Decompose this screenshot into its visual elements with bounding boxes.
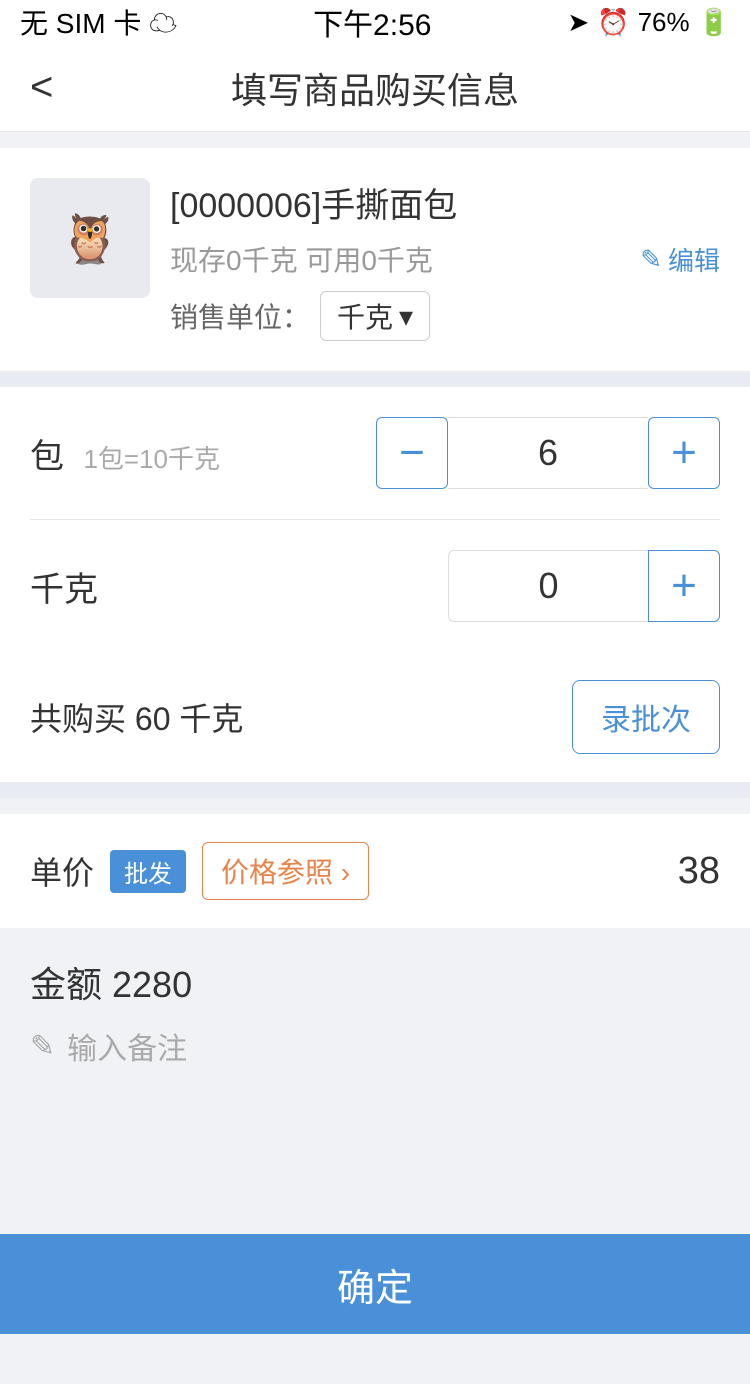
total-text: 共购买 60 千克: [30, 694, 243, 740]
battery-icon: 🔋: [698, 7, 730, 38]
price-label: 单价: [30, 848, 94, 894]
quantity-kg-input[interactable]: [448, 550, 648, 622]
amount-row: 金额 2280: [30, 956, 720, 1008]
pencil-icon: ✎: [30, 1029, 55, 1064]
product-thumbnail: 🦉: [60, 210, 120, 267]
battery-level: 76%: [638, 7, 690, 38]
quantity-hint-bao: 1包=10千克: [83, 444, 220, 474]
product-info: [0000006]手撕面包 现存0千克 可用0千克 销售单位： 千克 ▾ ✎ 编…: [170, 178, 720, 341]
quantity-label-bao: 包 1包=10千克: [30, 429, 376, 478]
increment-kg-button[interactable]: +: [648, 550, 720, 622]
total-section: 共购买 60 千克 录批次: [0, 652, 750, 782]
note-row[interactable]: ✎ 输入备注: [30, 1024, 720, 1068]
confirm-button[interactable]: 确定: [0, 1234, 750, 1334]
back-button[interactable]: <: [30, 65, 53, 110]
price-value: 38: [678, 850, 720, 893]
product-stock: 现存0千克 可用0千克: [170, 239, 457, 279]
unit-label: 销售单位：: [170, 296, 310, 336]
quantity-row-kg: 千克 +: [30, 520, 720, 652]
unit-select[interactable]: 千克 ▾: [320, 291, 430, 341]
increment-bao-button[interactable]: +: [648, 417, 720, 489]
batch-button[interactable]: 录批次: [572, 680, 720, 754]
section-divider-1: [0, 371, 750, 387]
edit-icon: ✎: [640, 244, 662, 275]
quantity-controls-kg: +: [448, 550, 720, 622]
quantity-controls-bao: − +: [376, 417, 720, 489]
sim-status: 无 SIM 卡 ☁: [20, 2, 177, 42]
note-placeholder: 输入备注: [67, 1024, 187, 1068]
quantity-section: 包 1包=10千克 − + 千克 +: [0, 387, 750, 652]
product-card: 🦉 [0000006]手撕面包 现存0千克 可用0千克 销售单位： 千克 ▾ ✎…: [0, 148, 750, 371]
alarm-icon: ⏰: [597, 7, 629, 38]
status-time: 下午2:56: [313, 0, 431, 44]
product-image: 🦉: [30, 178, 150, 298]
section-divider-2: [0, 782, 750, 798]
price-section: 单价 批发 价格参照 › 38: [0, 814, 750, 928]
nav-bar: < 填写商品购买信息: [0, 44, 750, 132]
product-unit-row: 销售单位： 千克 ▾: [170, 291, 457, 341]
quantity-row-bao: 包 1包=10千克 − +: [30, 387, 720, 520]
amount-section: 金额 2280 ✎ 输入备注: [0, 928, 750, 1084]
edit-button[interactable]: ✎ 编辑: [640, 178, 720, 341]
status-bar: 无 SIM 卡 ☁ 下午2:56 ➤ ⏰ 76% 🔋: [0, 0, 750, 44]
status-left: 无 SIM 卡 ☁: [20, 2, 177, 42]
status-right: ➤ ⏰ 76% 🔋: [567, 7, 730, 38]
page-title: 填写商品购买信息: [231, 62, 519, 114]
amount-label: 金额 2280: [30, 964, 192, 1005]
price-ref-button[interactable]: 价格参照 ›: [202, 842, 369, 900]
chevron-down-icon: ▾: [399, 300, 413, 333]
price-tag: 批发: [110, 850, 186, 893]
quantity-label-kg: 千克: [30, 562, 448, 611]
quantity-bao-input[interactable]: [448, 417, 648, 489]
location-icon: ➤: [567, 7, 589, 38]
decrement-bao-button[interactable]: −: [376, 417, 448, 489]
product-name: [0000006]手撕面包: [170, 178, 457, 227]
